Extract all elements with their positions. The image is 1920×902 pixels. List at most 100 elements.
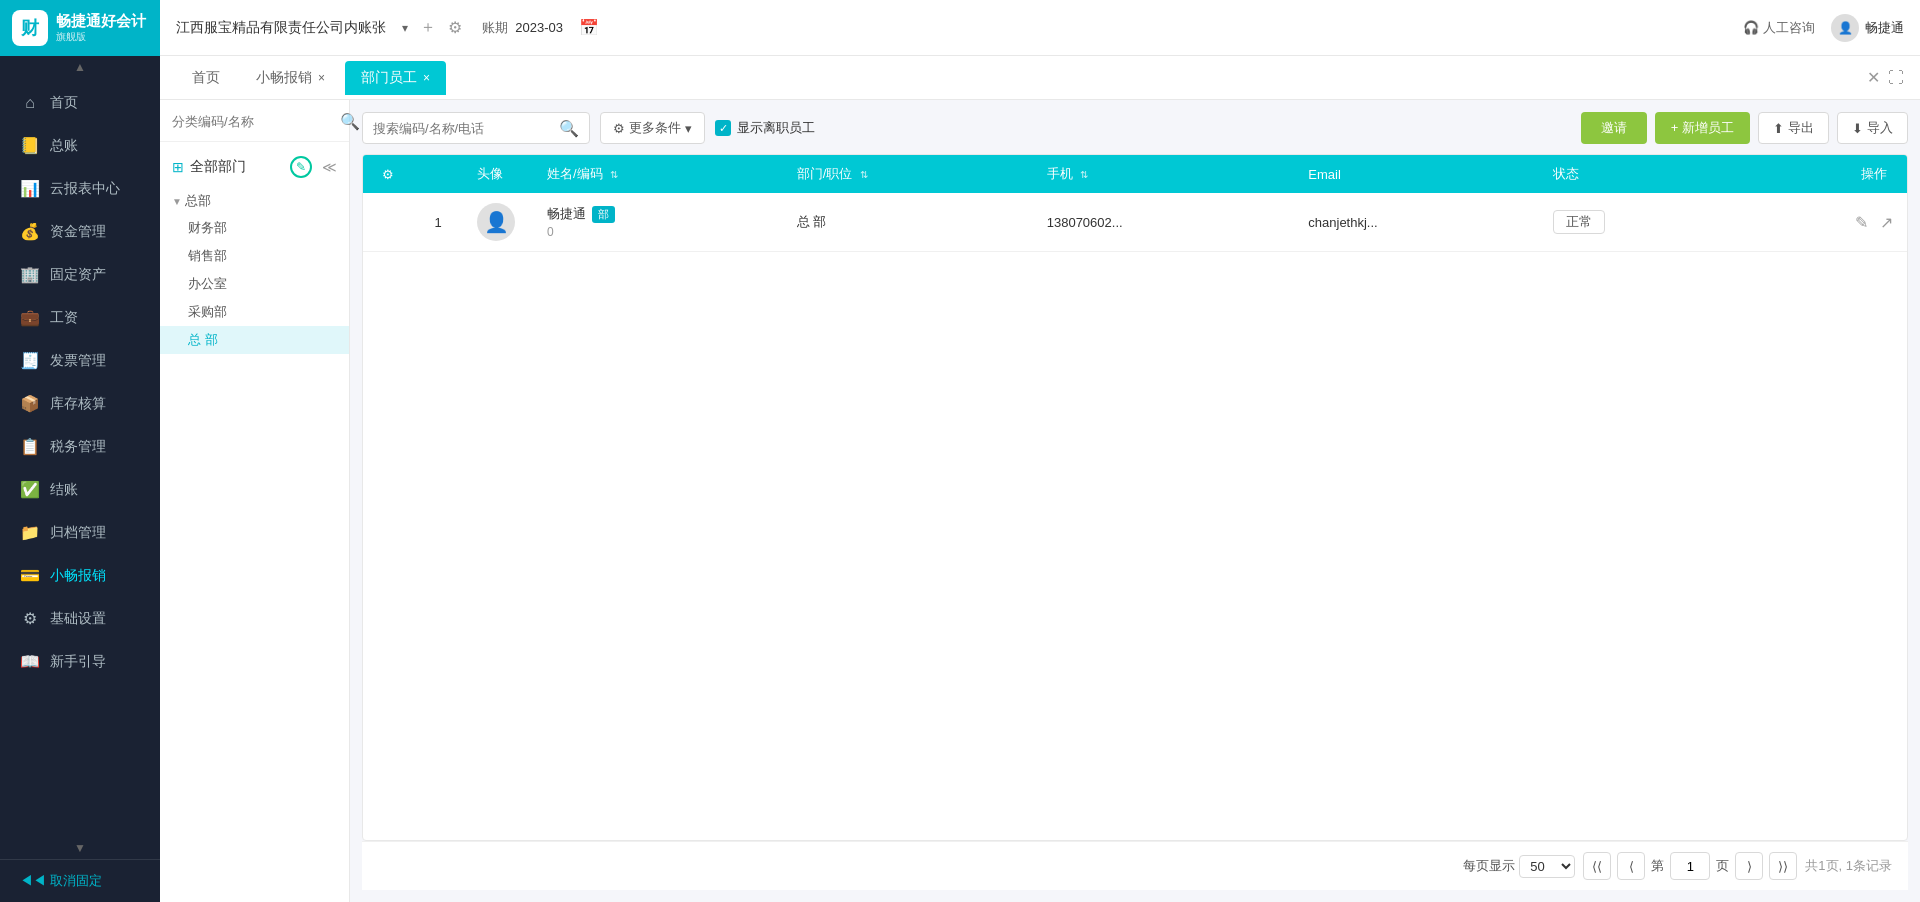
col-settings[interactable]: ⚙ — [363, 155, 413, 193]
close-tab-icon[interactable]: ✕ — [1867, 68, 1880, 87]
dept-edit-button[interactable]: ✎ — [290, 156, 312, 178]
sidebar-item-home[interactable]: ⌂ 首页 — [0, 82, 160, 124]
ledger-icon: 📒 — [20, 136, 40, 155]
home-icon: ⌂ — [20, 94, 40, 112]
table-toolbar: 🔍 ⚙ 更多条件 ▾ ✓ 显示离职员工 邀请 + 新增员工 ⬆ 导出 — [362, 112, 1908, 144]
action-buttons: ✎ ↗ — [1755, 213, 1893, 232]
logo-text-block: 畅捷通好会计 旗舰版 — [56, 12, 146, 44]
topbar-settings-icon[interactable]: ⚙ — [448, 18, 462, 37]
dept-sort-icon[interactable]: ⇅ — [860, 169, 868, 180]
col-status: 状态 — [1539, 155, 1740, 193]
page-size-selector: 每页显示 10 20 50 100 — [1463, 855, 1575, 878]
dept-search-input[interactable] — [172, 114, 340, 129]
username: 畅捷通 — [1865, 19, 1904, 37]
col-name[interactable]: 姓名/编码 ⇅ — [533, 155, 783, 193]
dept-child-office[interactable]: 办公室 — [160, 270, 349, 298]
dept-tree: 总部 财务部 销售部 办公室 采购部 总 部 — [160, 184, 349, 358]
sidebar-item-expense[interactable]: 💳 小畅报销 — [0, 554, 160, 597]
invite-button[interactable]: 邀请 — [1581, 112, 1647, 144]
import-icon: ⬇ — [1852, 121, 1863, 136]
tab-home[interactable]: 首页 — [176, 61, 236, 95]
user-menu[interactable]: 👤 畅捷通 — [1831, 14, 1904, 42]
sidebar-item-settings[interactable]: ⚙ 基础设置 — [0, 597, 160, 640]
last-page-button[interactable]: ⟩⟩ — [1769, 852, 1797, 880]
row-name-cell: 畅捷通 部 0 — [533, 193, 783, 252]
import-button[interactable]: ⬇ 导入 — [1837, 112, 1908, 144]
phone-sort-icon[interactable]: ⇅ — [1080, 169, 1088, 180]
column-settings-icon[interactable]: ⚙ — [382, 167, 394, 182]
page-number-input[interactable] — [1670, 852, 1710, 880]
invoice-icon: 🧾 — [20, 351, 40, 370]
add-employee-button[interactable]: + 新增员工 — [1655, 112, 1750, 144]
dept-sidebar: 🔍 ⊞ 全部部门 ✎ ≪ 总部 财务部 销售部 办公室 采购部 总 部 — [160, 100, 350, 902]
expand-icon[interactable]: ⛶ — [1888, 69, 1904, 87]
unpin-button[interactable]: ◀◀ 取消固定 — [0, 859, 160, 902]
reports-icon: 📊 — [20, 179, 40, 198]
company-dropdown[interactable]: ▾ — [402, 21, 408, 35]
sidebar-nav: ⌂ 首页 📒 总账 📊 云报表中心 💰 资金管理 🏢 固定资产 💼 工资 🧾 发… — [0, 78, 160, 837]
per-page-select[interactable]: 10 20 50 100 — [1519, 855, 1575, 878]
col-actions: 操作 — [1741, 155, 1907, 193]
add-company-button[interactable]: ＋ — [420, 17, 436, 38]
employee-avatar: 👤 — [477, 203, 515, 241]
name-code-block: 畅捷通 部 — [547, 205, 769, 223]
all-departments-header[interactable]: ⊞ 全部部门 ✎ ≪ — [160, 150, 349, 184]
show-resigned-checkbox[interactable]: ✓ — [715, 120, 731, 136]
scroll-down[interactable]: ▼ — [0, 837, 160, 859]
sidebar-item-assets[interactable]: 🏢 固定资产 — [0, 253, 160, 296]
tabs-right: ✕ ⛶ — [1867, 68, 1904, 87]
sidebar-item-guide[interactable]: 📖 新手引导 — [0, 640, 160, 683]
first-page-button[interactable]: ⟨⟨ — [1583, 852, 1611, 880]
edit-employee-icon[interactable]: ✎ — [1855, 213, 1868, 232]
calendar-icon[interactable]: 📅 — [579, 18, 599, 37]
sidebar-item-reports[interactable]: 📊 云报表中心 — [0, 167, 160, 210]
guide-icon: 📖 — [20, 652, 40, 671]
assets-icon: 🏢 — [20, 265, 40, 284]
filter-button[interactable]: ⚙ 更多条件 ▾ — [600, 112, 705, 144]
prev-page-button[interactable]: ⟨ — [1617, 852, 1645, 880]
tab-expense[interactable]: 小畅报销 × — [240, 61, 341, 95]
sidebar-item-ledger[interactable]: 📒 总账 — [0, 124, 160, 167]
sidebar: 财 畅捷通好会计 旗舰版 ▲ ⌂ 首页 📒 总账 📊 云报表中心 💰 资金管理 … — [0, 0, 160, 902]
dept-child-purchase[interactable]: 采购部 — [160, 298, 349, 326]
sidebar-item-inventory[interactable]: 📦 库存核算 — [0, 382, 160, 425]
capital-icon: 💰 — [20, 222, 40, 241]
sidebar-item-invoice[interactable]: 🧾 发票管理 — [0, 339, 160, 382]
main-area: 江西服宝精品有限责任公司内账张 ▾ ＋ ⚙ 账期 2023-03 📅 🎧 人工咨… — [160, 0, 1920, 902]
dept-collapse-icon[interactable]: ≪ — [322, 159, 337, 175]
employee-search-icon[interactable]: 🔍 — [559, 119, 579, 138]
sidebar-item-checkout[interactable]: ✅ 结账 — [0, 468, 160, 511]
expense-icon: 💳 — [20, 566, 40, 585]
col-phone[interactable]: 手机 ⇅ — [1033, 155, 1295, 193]
status-badge: 正常 — [1553, 210, 1605, 234]
col-dept[interactable]: 部门/职位 ⇅ — [783, 155, 1033, 193]
show-resigned-toggle[interactable]: ✓ 显示离职员工 — [715, 119, 815, 137]
tab-close-expense[interactable]: × — [318, 71, 325, 85]
payroll-icon: 💼 — [20, 308, 40, 327]
dept-parent-head[interactable]: 总部 — [160, 188, 349, 214]
employee-search-input[interactable] — [373, 121, 553, 136]
topbar: 江西服宝精品有限责任公司内账张 ▾ ＋ ⚙ 账期 2023-03 📅 🎧 人工咨… — [160, 0, 1920, 56]
sidebar-item-capital[interactable]: 💰 资金管理 — [0, 210, 160, 253]
archive-icon: 📁 — [20, 523, 40, 542]
sidebar-item-tax[interactable]: 📋 税务管理 — [0, 425, 160, 468]
sidebar-item-payroll[interactable]: 💼 工资 — [0, 296, 160, 339]
pagination-bar: 每页显示 10 20 50 100 ⟨⟨ ⟨ 第 页 ⟩ ⟩⟩ — [362, 841, 1908, 890]
delete-employee-icon[interactable]: ↗ — [1880, 213, 1893, 232]
dept-child-general[interactable]: 总 部 — [160, 326, 349, 354]
dept-child-finance[interactable]: 财务部 — [160, 214, 349, 242]
period-value[interactable]: 2023-03 — [515, 20, 563, 35]
tab-close-employees[interactable]: × — [423, 71, 430, 85]
page-unit: 页 — [1716, 857, 1729, 875]
filter-icon: ⚙ — [613, 121, 625, 136]
export-button[interactable]: ⬆ 导出 — [1758, 112, 1829, 144]
next-page-button[interactable]: ⟩ — [1735, 852, 1763, 880]
tab-employees[interactable]: 部门员工 × — [345, 61, 446, 95]
col-index — [413, 155, 463, 193]
dept-child-sales[interactable]: 销售部 — [160, 242, 349, 270]
support-button[interactable]: 🎧 人工咨询 — [1743, 19, 1815, 37]
sidebar-item-archive[interactable]: 📁 归档管理 — [0, 511, 160, 554]
headset-icon: 🎧 — [1743, 20, 1759, 35]
name-sort-icon[interactable]: ⇅ — [610, 169, 618, 180]
scroll-up[interactable]: ▲ — [0, 56, 160, 78]
